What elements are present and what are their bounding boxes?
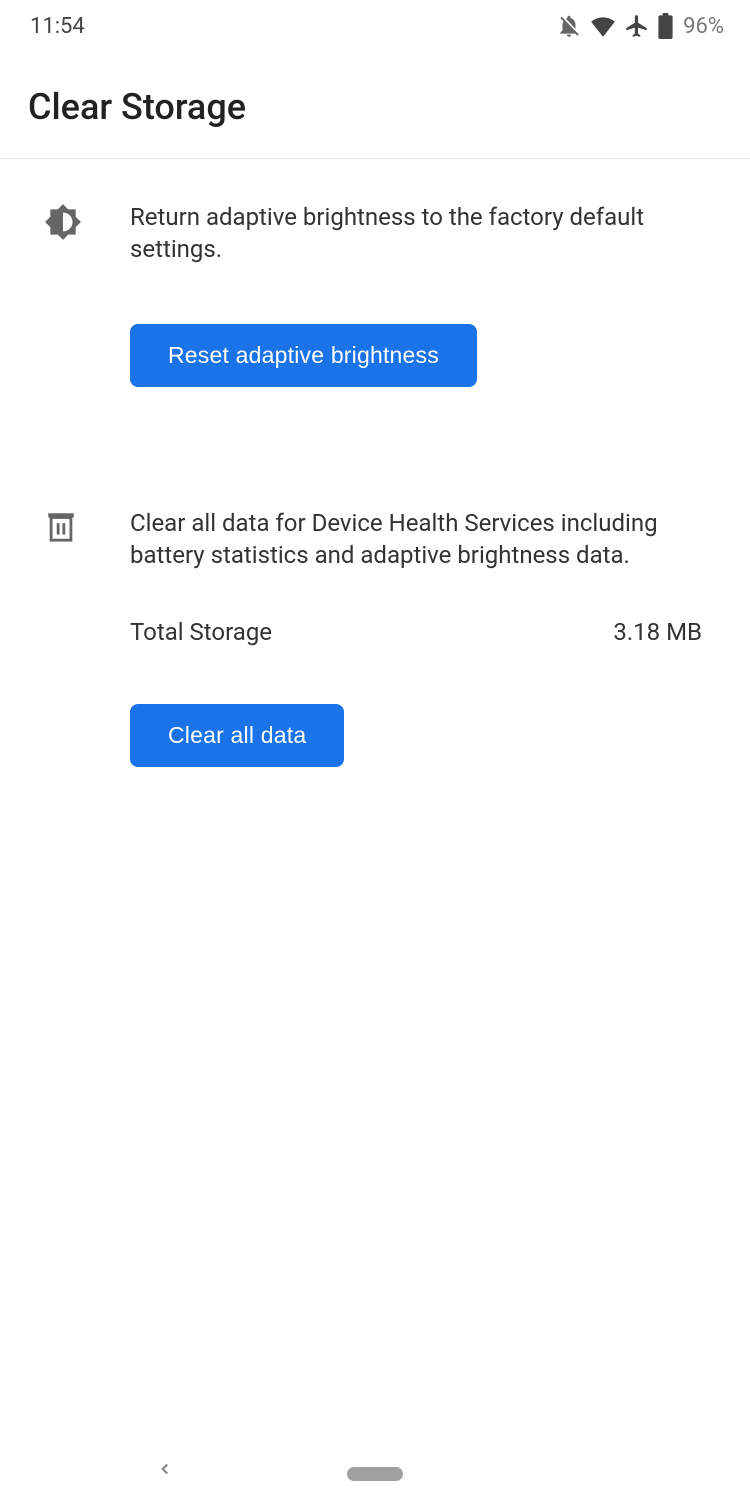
airplane-mode-icon [624, 13, 650, 39]
brightness-description: Return adaptive brightness to the factor… [130, 201, 706, 266]
status-time: 11:54 [30, 14, 85, 39]
back-icon[interactable] [156, 1460, 174, 1482]
clear-data-section: Clear all data for Device Health Service… [0, 465, 750, 797]
battery-percentage: 96% [683, 14, 724, 39]
battery-icon [658, 13, 673, 39]
total-storage-row: Total Storage 3.18 MB [130, 618, 706, 646]
reset-adaptive-brightness-button[interactable]: Reset adaptive brightness [130, 324, 477, 387]
notifications-off-icon [556, 13, 582, 39]
clear-data-description: Clear all data for Device Health Service… [130, 507, 706, 572]
total-storage-value: 3.18 MB [613, 618, 702, 646]
clear-all-data-button[interactable]: Clear all data [130, 704, 344, 767]
wifi-icon [590, 15, 616, 37]
page-title: Clear Storage [28, 86, 750, 128]
adaptive-brightness-section: Return adaptive brightness to the factor… [0, 159, 750, 417]
total-storage-label: Total Storage [130, 618, 272, 646]
brightness-icon [44, 201, 84, 387]
status-icons-group: 96% [556, 13, 724, 39]
home-gesture-pill[interactable] [347, 1467, 403, 1481]
navigation-bar [0, 1448, 750, 1500]
page-header: Clear Storage [0, 48, 750, 159]
trash-icon [44, 507, 84, 767]
status-bar: 11:54 96% [0, 0, 750, 48]
